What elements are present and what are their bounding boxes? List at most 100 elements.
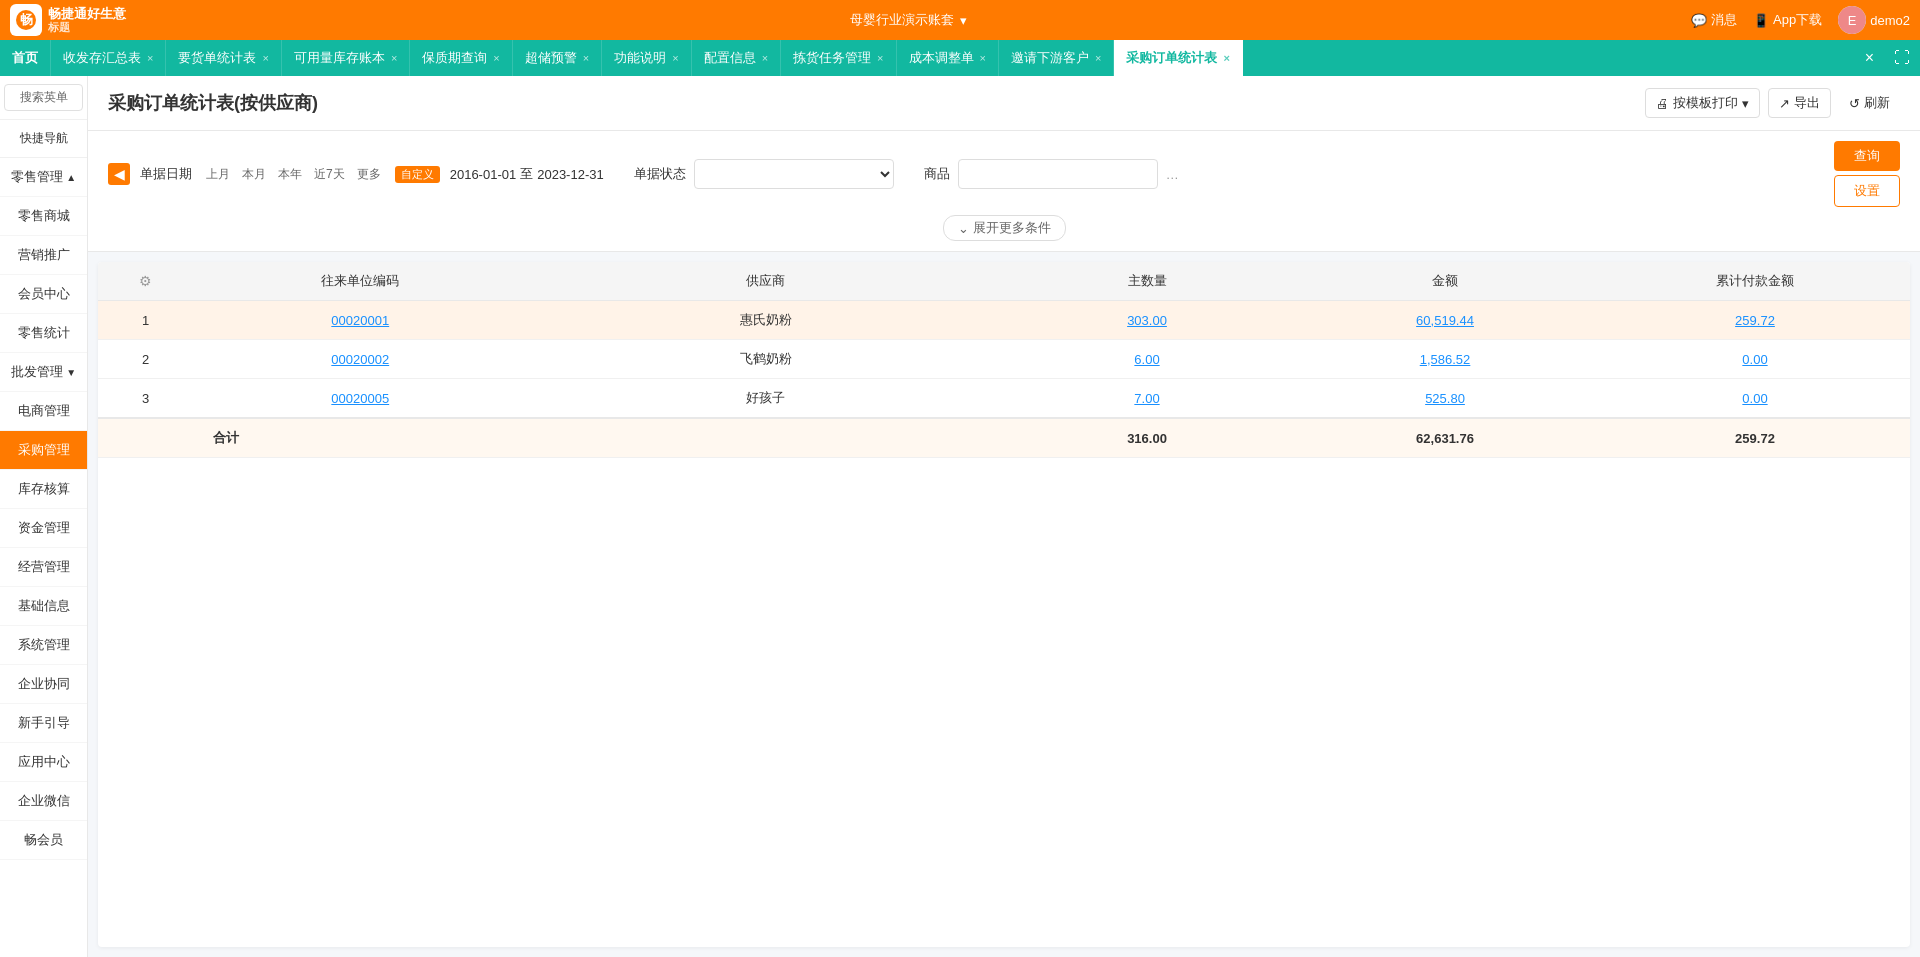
sidebar-item-retail-mall[interactable]: 零售商城 bbox=[0, 197, 87, 236]
cell-amount[interactable]: 1,586.52 bbox=[1290, 340, 1600, 379]
sidebar-item-system[interactable]: 系统管理 bbox=[0, 626, 87, 665]
user-avatar[interactable]: E demo2 bbox=[1838, 6, 1910, 34]
date-prev-month-btn[interactable]: 上月 bbox=[202, 164, 234, 185]
sidebar-item-member2[interactable]: 畅会员 bbox=[0, 821, 87, 860]
sidebar-item-ecommerce[interactable]: 电商管理 bbox=[0, 392, 87, 431]
sidebar-search-section: 搜索英单 bbox=[0, 76, 87, 120]
date-this-month-btn[interactable]: 本月 bbox=[238, 164, 270, 185]
query-button[interactable]: 查询 bbox=[1834, 141, 1900, 171]
cell-qty[interactable]: 7.00 bbox=[1004, 379, 1290, 419]
cell-code[interactable]: 00020002 bbox=[193, 340, 527, 379]
date-7days-btn[interactable]: 近7天 bbox=[310, 164, 349, 185]
cell-code[interactable]: 00020005 bbox=[193, 379, 527, 419]
nav-right-buttons: × ⛶ bbox=[1855, 40, 1920, 76]
sidebar-item-member[interactable]: 会员中心 bbox=[0, 275, 87, 314]
close-tab-config[interactable]: × bbox=[762, 52, 768, 64]
print-button[interactable]: 🖨 按模板打印 ▾ bbox=[1645, 88, 1760, 118]
sidebar-item-retail-stat[interactable]: 零售统计 bbox=[0, 314, 87, 353]
sidebar-item-inventory[interactable]: 库存核算 bbox=[0, 470, 87, 509]
sidebar-item-app-center[interactable]: 应用中心 bbox=[0, 743, 87, 782]
page-header: 采购订单统计表(按供应商) 🖨 按模板打印 ▾ ↗ 导出 ↺ 刷新 bbox=[88, 76, 1920, 131]
page-title: 采购订单统计表(按供应商) bbox=[108, 91, 318, 115]
table-row: 3 00020005 好孩子 7.00 525.80 0.00 bbox=[98, 379, 1910, 419]
tab-demand[interactable]: 要货单统计表 × bbox=[166, 40, 281, 76]
close-tab-cost[interactable]: × bbox=[980, 52, 986, 64]
close-tab-invite[interactable]: × bbox=[1095, 52, 1101, 64]
quick-nav-button[interactable]: 快捷导航 bbox=[0, 124, 87, 153]
sidebar-item-guide[interactable]: 新手引导 bbox=[0, 704, 87, 743]
workspace-selector[interactable]: 母婴行业演示账套 ▾ bbox=[126, 11, 1691, 29]
sidebar-item-collab[interactable]: 企业协同 bbox=[0, 665, 87, 704]
sidebar-item-marketing[interactable]: 营销推广 bbox=[0, 236, 87, 275]
close-tab-picking[interactable]: × bbox=[877, 52, 883, 64]
goods-filter-input[interactable] bbox=[958, 159, 1158, 189]
tab-cost[interactable]: 成本调整单 × bbox=[897, 40, 999, 76]
export-button[interactable]: ↗ 导出 bbox=[1768, 88, 1831, 118]
date-this-year-btn[interactable]: 本年 bbox=[274, 164, 306, 185]
table-header-row: ⚙ 往来单位编码 供应商 主数量 金额 累计付款金额 bbox=[98, 262, 1910, 301]
close-tab-function[interactable]: × bbox=[672, 52, 678, 64]
tab-invite[interactable]: 邀请下游客户 × bbox=[999, 40, 1114, 76]
sidebar-item-wechat[interactable]: 企业微信 bbox=[0, 782, 87, 821]
export-icon: ↗ bbox=[1779, 96, 1790, 111]
tab-function[interactable]: 功能说明 × bbox=[602, 40, 691, 76]
cell-seq: 3 bbox=[98, 379, 193, 419]
close-tab-collection[interactable]: × bbox=[147, 52, 153, 64]
more-options-icon[interactable]: … bbox=[1166, 167, 1179, 182]
svg-text:E: E bbox=[1848, 13, 1857, 28]
tab-inventory[interactable]: 可用量库存账本 × bbox=[282, 40, 410, 76]
tab-expiry[interactable]: 保质期查询 × bbox=[410, 40, 512, 76]
cell-amount[interactable]: 60,519.44 bbox=[1290, 301, 1600, 340]
content-area: 采购订单统计表(按供应商) 🖨 按模板打印 ▾ ↗ 导出 ↺ 刷新 bbox=[88, 76, 1920, 957]
main-layout: 搜索英单 快捷导航 零售管理 ▲ 零售商城 营销推广 会员中心 零售统计 批发管… bbox=[0, 76, 1920, 957]
filter-toggle-button[interactable]: ◀ bbox=[108, 163, 130, 185]
tab-purchase-stat[interactable]: 采购订单统计表 × bbox=[1114, 40, 1242, 76]
table-footer-row: 合计 316.00 62,631.76 259.72 bbox=[98, 418, 1910, 458]
date-more-btn[interactable]: 更多 bbox=[353, 164, 385, 185]
logo-text: 畅捷通好生意 标题 bbox=[48, 6, 126, 35]
close-tab-expiry[interactable]: × bbox=[493, 52, 499, 64]
cell-amount[interactable]: 525.80 bbox=[1290, 379, 1600, 419]
message-button[interactable]: 💬 消息 bbox=[1691, 11, 1737, 29]
sidebar-item-wholesale[interactable]: 批发管理 ▼ bbox=[0, 353, 87, 392]
cell-paid[interactable]: 0.00 bbox=[1600, 379, 1910, 419]
expand-more-row: ⌄ 展开更多条件 bbox=[108, 215, 1900, 241]
close-all-tabs-button[interactable]: × bbox=[1855, 40, 1884, 76]
tab-config[interactable]: 配置信息 × bbox=[692, 40, 781, 76]
sidebar-item-retail-mgmt[interactable]: 零售管理 ▲ bbox=[0, 158, 87, 197]
column-settings-icon[interactable]: ⚙ bbox=[139, 273, 152, 289]
app-icon: 📱 bbox=[1753, 13, 1769, 28]
sidebar-item-finance[interactable]: 资金管理 bbox=[0, 509, 87, 548]
refresh-icon: ↺ bbox=[1849, 96, 1860, 111]
refresh-button[interactable]: ↺ 刷新 bbox=[1839, 89, 1900, 117]
tab-home[interactable]: 首页 bbox=[0, 40, 51, 76]
top-bar-right: 💬 消息 📱 App下载 E demo2 bbox=[1691, 6, 1910, 34]
sidebar-item-operations[interactable]: 经营管理 bbox=[0, 548, 87, 587]
cell-seq: 1 bbox=[98, 301, 193, 340]
search-menu-button[interactable]: 搜索英单 bbox=[4, 84, 83, 111]
settings-button[interactable]: 设置 bbox=[1834, 175, 1900, 207]
cell-qty[interactable]: 6.00 bbox=[1004, 340, 1290, 379]
filter-bar: ◀ 单据日期 上月 本月 本年 近7天 更多 自定义 2016-01-01 至 … bbox=[88, 131, 1920, 252]
tab-picking[interactable]: 拣货任务管理 × bbox=[781, 40, 896, 76]
nav-tabs: 首页 收发存汇总表 × 要货单统计表 × 可用量库存账本 × 保质期查询 × 超… bbox=[0, 40, 1920, 76]
cell-paid[interactable]: 259.72 bbox=[1600, 301, 1910, 340]
expand-more-button[interactable]: ⌄ 展开更多条件 bbox=[943, 215, 1066, 241]
close-tab-demand[interactable]: × bbox=[262, 52, 268, 64]
restore-window-button[interactable]: ⛶ bbox=[1884, 40, 1920, 76]
status-filter-select[interactable] bbox=[694, 159, 894, 189]
cell-code[interactable]: 00020001 bbox=[193, 301, 527, 340]
app-download-button[interactable]: 📱 App下载 bbox=[1753, 11, 1822, 29]
sidebar-item-purchase[interactable]: 采购管理 bbox=[0, 431, 87, 470]
cell-qty[interactable]: 303.00 bbox=[1004, 301, 1290, 340]
close-tab-inventory[interactable]: × bbox=[391, 52, 397, 64]
close-tab-purchase-stat[interactable]: × bbox=[1223, 52, 1229, 64]
sidebar-item-basics[interactable]: 基础信息 bbox=[0, 587, 87, 626]
close-tab-overstock[interactable]: × bbox=[583, 52, 589, 64]
cell-paid[interactable]: 0.00 bbox=[1600, 340, 1910, 379]
th-code: 往来单位编码 bbox=[193, 262, 527, 301]
tab-collection[interactable]: 收发存汇总表 × bbox=[51, 40, 166, 76]
table-row: 2 00020002 飞鹤奶粉 6.00 1,586.52 0.00 bbox=[98, 340, 1910, 379]
tab-overstock[interactable]: 超储预警 × bbox=[513, 40, 602, 76]
goods-filter-label: 商品 bbox=[924, 165, 950, 183]
